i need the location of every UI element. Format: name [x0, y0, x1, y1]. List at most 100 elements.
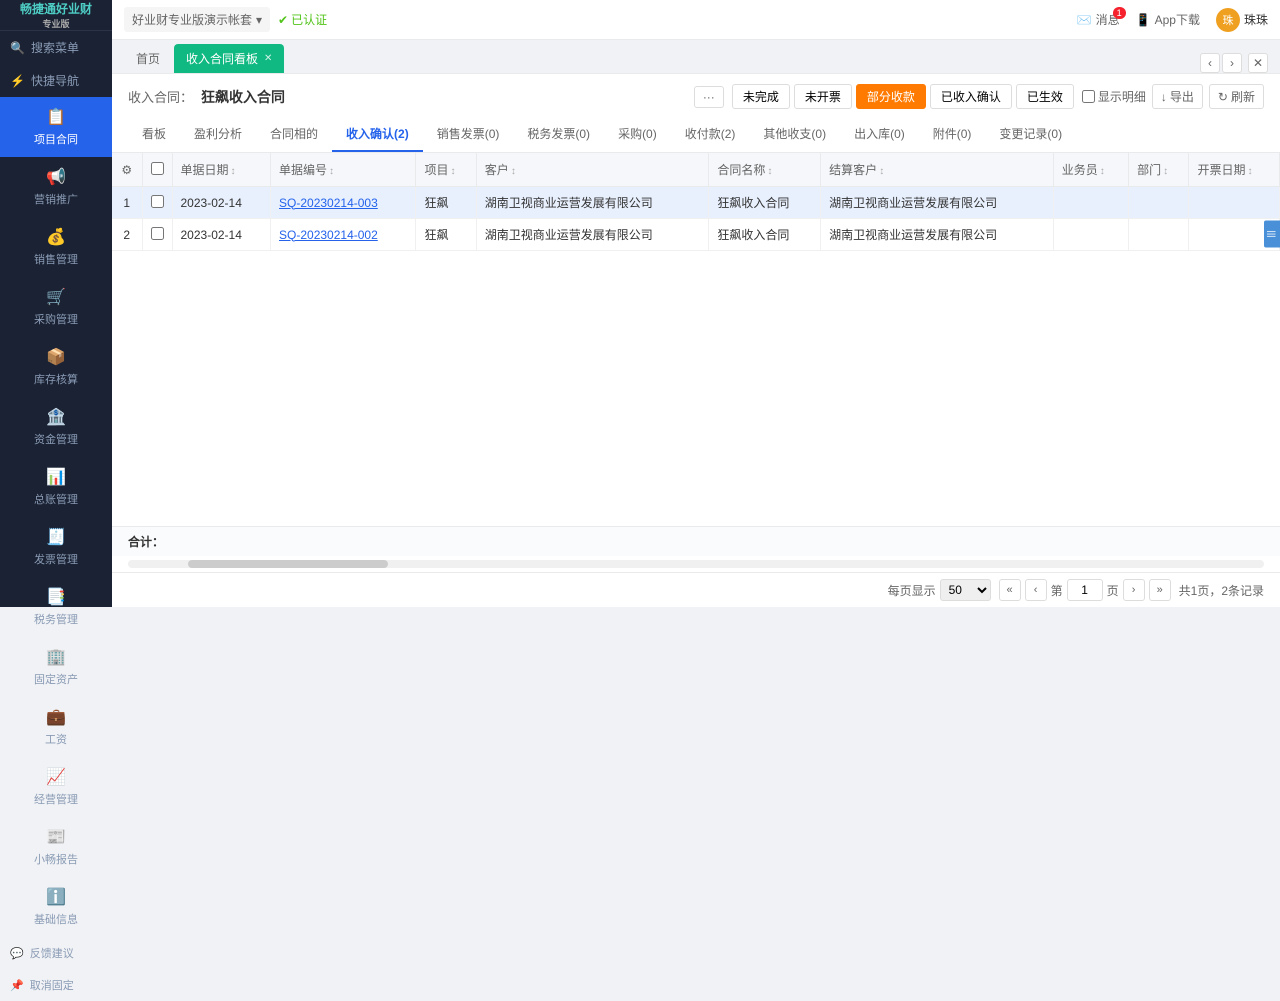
main-content: 好业财专业版演示帐套 ▾ ✔ 已认证 ✉️ 1 消息 📱 App下载 珠 [112, 0, 1280, 607]
sort-contract-icon: ↕ [767, 166, 772, 177]
sub-tab-采购[interactable]: 采购(0) [604, 117, 671, 152]
refresh-button[interactable]: ↻ 刷新 [1209, 84, 1264, 109]
row-orderno-link-1[interactable]: SQ-20230214-002 [279, 228, 378, 242]
table-row: 2 2023-02-14 SQ-20230214-002 狂飙 湖南卫视商业运营… [112, 219, 1280, 251]
sidebar-icon-1: 📢 [46, 167, 66, 187]
sidebar-label-6: 总账管理 [34, 491, 78, 507]
sub-tab-附件[interactable]: 附件(0) [919, 117, 986, 152]
pin-icon: 📌 [10, 979, 24, 992]
export-button[interactable]: ↓ 导出 [1152, 84, 1203, 109]
app-download-label: App下载 [1155, 11, 1200, 28]
row-dept-0 [1129, 187, 1189, 219]
select-all-checkbox[interactable] [151, 162, 164, 175]
sidebar-label-8: 税务管理 [34, 611, 78, 627]
last-page-btn[interactable]: » [1149, 579, 1171, 601]
sidebar-search[interactable]: 🔍 搜索菜单 [0, 31, 112, 64]
next-page-btn[interactable]: › [1123, 579, 1145, 601]
row-date-1: 2023-02-14 [172, 219, 271, 251]
col-contract: 合同名称↕ [709, 153, 821, 187]
status-btn-3[interactable]: 已收入确认 [930, 84, 1012, 109]
sub-tab-收付款[interactable]: 收付款(2) [671, 117, 750, 152]
sidebar-item-项目合同[interactable]: 📋项目合同 [0, 97, 112, 157]
sidebar-item-固定资产[interactable]: 🏢固定资产 [0, 637, 112, 697]
sidebar-item-销售管理[interactable]: 💰销售管理 [0, 217, 112, 277]
sidebar-item-采购管理[interactable]: 🛒采购管理 [0, 277, 112, 337]
row-orderno-link-0[interactable]: SQ-20230214-003 [279, 196, 378, 210]
sub-tab-税务发票[interactable]: 税务发票(0) [513, 117, 604, 152]
sidebar-item-总账管理[interactable]: 📊总账管理 [0, 457, 112, 517]
sub-tab-收入确认[interactable]: 收入确认(2) [332, 117, 423, 152]
sidebar-label-4: 库存核算 [34, 371, 78, 387]
sidebar-label-10: 工资 [45, 731, 67, 747]
sidebar-item-税务管理[interactable]: 📑税务管理 [0, 577, 112, 637]
content-area: 收入合同： 狂飙收入合同 ··· 未完成未开票部分收款已收入确认已生效 显示明细… [112, 74, 1280, 607]
sub-tab-其他收支[interactable]: 其他收支(0) [749, 117, 840, 152]
sidebar-item-库存核算[interactable]: 📦库存核算 [0, 337, 112, 397]
sidebar-icon-10: 💼 [46, 707, 66, 727]
prev-page-btn[interactable]: ‹ [1025, 579, 1047, 601]
more-button[interactable]: ··· [694, 86, 724, 108]
row-checkbox-0[interactable] [151, 195, 164, 208]
status-btn-4[interactable]: 已生效 [1016, 84, 1074, 109]
sidebar-item-基础信息[interactable]: ℹ️基础信息 [0, 877, 112, 937]
row-date-0: 2023-02-14 [172, 187, 271, 219]
row-checkbox-1[interactable] [151, 227, 164, 240]
sub-tab-销售发票[interactable]: 销售发票(0) [423, 117, 514, 152]
horizontal-scrollbar-thumb[interactable] [188, 560, 388, 568]
verified-label: 已认证 [291, 11, 327, 28]
sub-tab-合同相的[interactable]: 合同相的 [256, 117, 332, 152]
sidebar-feedback[interactable]: 💬 反馈建议 [0, 937, 112, 969]
sidebar-item-资金管理[interactable]: 🏦资金管理 [0, 397, 112, 457]
row-orderno-0: SQ-20230214-003 [271, 187, 416, 219]
nav-next-btn[interactable]: › [1222, 53, 1242, 73]
sidebar-unpin[interactable]: 📌 取消固定 [0, 969, 112, 1001]
status-btn-2[interactable]: 部分收款 [856, 84, 926, 109]
row-cb-1 [142, 219, 172, 251]
sidebar-item-营销推广[interactable]: 📢 营销推广 [0, 157, 112, 217]
sub-tab-看板[interactable]: 看板 [128, 117, 180, 152]
show-details-label: 显示明细 [1098, 88, 1146, 105]
nav-prev-btn[interactable]: ‹ [1200, 53, 1220, 73]
tab-home[interactable]: 首页 [124, 44, 172, 73]
sidebar-label-1: 营销推广 [34, 191, 78, 207]
tab-income-contract-close[interactable]: ✕ [264, 53, 272, 64]
row-contract-1: 狂飙收入合同 [709, 219, 821, 251]
nav-close-btn[interactable]: ✕ [1248, 53, 1268, 73]
sidebar-item-工资[interactable]: 💼 工资 [0, 697, 112, 757]
messages-button[interactable]: ✉️ 1 消息 [1077, 11, 1120, 28]
quick-nav-icon: ⚡ [10, 74, 25, 88]
sidebar-quick-nav[interactable]: ⚡ 快捷导航 [0, 64, 112, 97]
horizontal-scrollbar-track[interactable] [128, 560, 1264, 568]
col-invoice-date: 开票日期↕ [1189, 153, 1280, 187]
page-input[interactable] [1067, 579, 1103, 601]
sub-tab-盈利分析[interactable]: 盈利分析 [180, 117, 256, 152]
right-panel-toggle[interactable]: ||| [1264, 220, 1280, 247]
sidebar-label-0: 项目合同 [34, 131, 78, 147]
page-label: 第 [1051, 582, 1063, 599]
status-btn-0[interactable]: 未完成 [732, 84, 790, 109]
app-download-button[interactable]: 📱 App下载 [1136, 11, 1200, 28]
message-icon: ✉️ [1077, 13, 1092, 27]
status-btn-1[interactable]: 未开票 [794, 84, 852, 109]
download-icon: 📱 [1136, 13, 1151, 27]
topbar-left: 好业财专业版演示帐套 ▾ ✔ 已认证 [124, 7, 327, 32]
show-details-checkbox[interactable] [1082, 90, 1095, 103]
show-details-toggle[interactable]: 显示明细 [1082, 88, 1146, 105]
sub-tab-出入库[interactable]: 出入库(0) [840, 117, 919, 152]
first-page-btn[interactable]: « [999, 579, 1021, 601]
refresh-icon: ↻ [1218, 90, 1228, 104]
sidebar-item-发票管理[interactable]: 🧾发票管理 [0, 517, 112, 577]
table-footer: 合计： [112, 526, 1280, 556]
sidebar-item-小畅报告[interactable]: 📰小畅报告 [0, 817, 112, 877]
tab-income-contract[interactable]: 收入合同看板 ✕ [174, 44, 284, 73]
settings-icon[interactable]: ⚙ [121, 163, 132, 177]
row-customer-1: 湖南卫视商业运营发展有限公司 [476, 219, 709, 251]
per-page-select[interactable]: 50 20 100 [940, 579, 991, 601]
export-label: 导出 [1170, 88, 1194, 105]
company-selector[interactable]: 好业财专业版演示帐套 ▾ [124, 7, 270, 32]
feedback-icon: 💬 [10, 947, 24, 960]
sidebar-item-经营管理[interactable]: 📈经营管理 [0, 757, 112, 817]
sub-tab-变更记录[interactable]: 变更记录(0) [985, 117, 1076, 152]
sidebar-icon-11: 📈 [46, 767, 66, 787]
user-profile[interactable]: 珠 珠珠 [1216, 8, 1268, 32]
